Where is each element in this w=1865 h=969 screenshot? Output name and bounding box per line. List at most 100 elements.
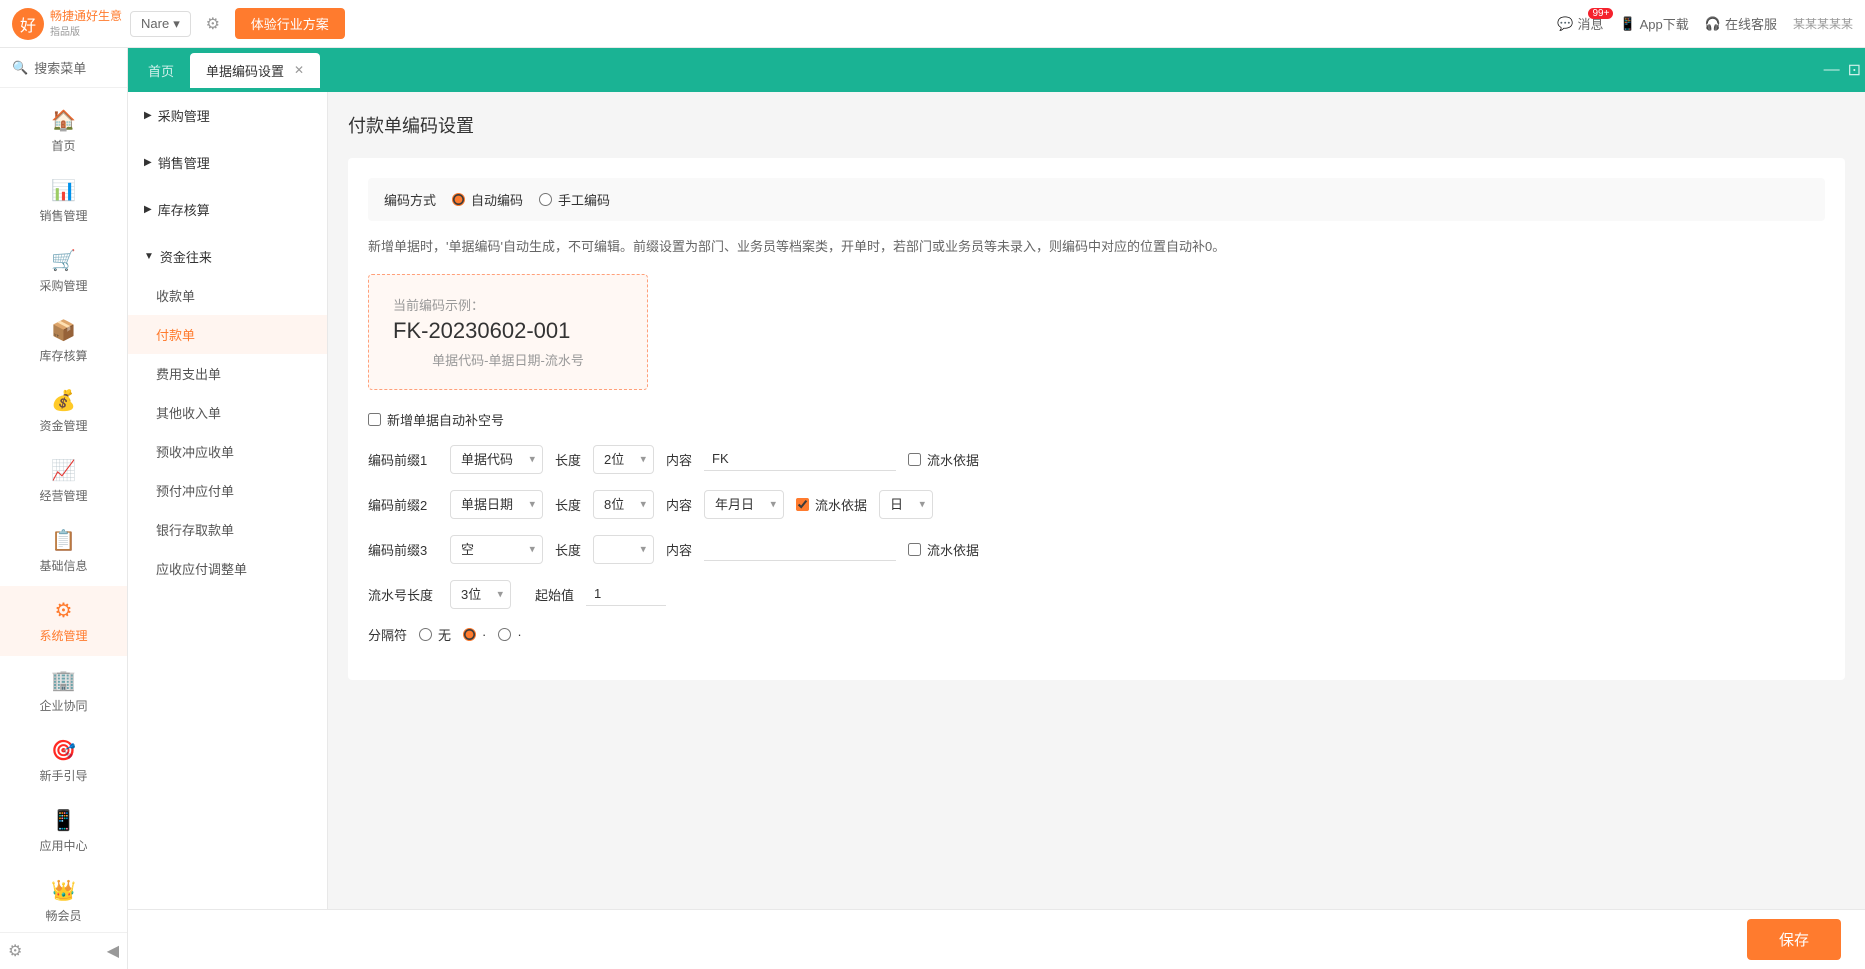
- prefix2-waterfall-checkbox[interactable]: [796, 498, 809, 511]
- sidebar-item-inventory[interactable]: 📦 库存核算: [0, 306, 127, 376]
- purchase-icon: 🛒: [51, 248, 76, 273]
- separator-dot-input[interactable]: [463, 628, 476, 641]
- prefix1-length-select[interactable]: 2位 4位 6位: [593, 445, 654, 474]
- prefix3-waterfall-checkbox[interactable]: [908, 543, 921, 556]
- sub-nav-item-payment[interactable]: 付款单: [128, 315, 327, 354]
- sidebar-collapse-btn[interactable]: ◀: [107, 941, 119, 961]
- auto-fill-checkbox[interactable]: [368, 413, 381, 426]
- sub-nav-item-advance-offset[interactable]: 预付冲应付单: [128, 471, 327, 510]
- sub-nav-item-prepay-offset[interactable]: 预收冲应收单: [128, 432, 327, 471]
- tab-encoding-label: 单据编码设置: [206, 61, 284, 80]
- sidebar-item-home-label: 首页: [51, 137, 75, 154]
- newguide-icon: 🎯: [51, 738, 76, 763]
- sub-nav-header-purchase[interactable]: ▶ 采购管理: [128, 96, 327, 135]
- sub-nav-item-expense[interactable]: 费用支出单: [128, 354, 327, 393]
- sub-nav-item-adjustment[interactable]: 应收应付调整单: [128, 549, 327, 588]
- logo: 好 畅捷通好生意 指品版: [12, 8, 122, 40]
- separator-dot2-radio[interactable]: ·: [498, 627, 521, 642]
- prefix2-length-select[interactable]: 8位 4位: [593, 490, 654, 519]
- nav-dropdown-label: Nare: [141, 16, 169, 31]
- prefix-row-1: 编码前缀1 单据代码 单据日期 空 长度 2位: [368, 445, 1825, 474]
- sidebar-item-member[interactable]: 👑 畅会员: [0, 866, 127, 932]
- sub-nav-group-sales: ▶ 销售管理: [128, 139, 327, 186]
- manual-code-label: 手工编码: [558, 190, 610, 209]
- manual-code-radio[interactable]: 手工编码: [539, 190, 610, 209]
- sub-nav-item-receipt[interactable]: 收款单: [128, 276, 327, 315]
- search-icon: 🔍: [12, 60, 28, 76]
- search-menu[interactable]: 🔍 搜索菜单: [0, 48, 127, 88]
- prefix2-date-unit-select[interactable]: 日 月 年: [879, 490, 933, 519]
- user-menu[interactable]: 某某某某某: [1793, 15, 1853, 32]
- prefix3-content-input[interactable]: [704, 537, 896, 561]
- preview-box: 当前编码示例： FK-20230602-001 单据代码-单据日期-流水号: [368, 274, 648, 390]
- sidebar-item-enterprise-label: 企业协同: [39, 697, 87, 714]
- tab-home[interactable]: 首页: [132, 53, 190, 88]
- sub-nav-item-other-income[interactable]: 其他收入单: [128, 393, 327, 432]
- sub-nav-group-finance: ▼ 资金往来 收款单 付款单 费用支出单 其他收入单: [128, 233, 327, 592]
- tab-minimize-btn[interactable]: —: [1824, 61, 1840, 79]
- prefix3-length-wrapper: 2位: [593, 535, 654, 564]
- separator-none-label: 无: [438, 625, 451, 644]
- sidebar-item-purchase[interactable]: 🛒 采购管理: [0, 236, 127, 306]
- separator-none-radio[interactable]: 无: [419, 625, 451, 644]
- online-service-btn[interactable]: 🎧 在线客服: [1705, 14, 1777, 33]
- search-label: 搜索菜单: [34, 58, 86, 77]
- sidebar-item-finance-label: 资金管理: [39, 417, 87, 434]
- sub-nav: ▶ 采购管理 ▶ 销售管理 ▶ 库存核算: [128, 92, 328, 909]
- sidebar-item-home[interactable]: 🏠 首页: [0, 96, 127, 166]
- separator-dot-radio[interactable]: ·: [463, 627, 486, 642]
- page-title: 付款单编码设置: [348, 112, 1845, 138]
- sub-nav-header-inventory[interactable]: ▶ 库存核算: [128, 190, 327, 229]
- nav-dropdown[interactable]: Nare ▾: [130, 11, 191, 37]
- sidebar-settings-btn[interactable]: ⚙: [8, 941, 22, 961]
- sub-nav-item-bank[interactable]: 银行存取款单: [128, 510, 327, 549]
- prefix2-select[interactable]: 单据代码 单据日期 空: [450, 490, 543, 519]
- prefix1-label: 编码前缀1: [368, 450, 438, 469]
- home-icon: 🏠: [51, 108, 76, 133]
- prefix1-select[interactable]: 单据代码 单据日期 空: [450, 445, 543, 474]
- prefix2-content-select[interactable]: 年月日 年月 年: [704, 490, 784, 519]
- serial-length-select[interactable]: 3位 4位 5位: [450, 580, 511, 609]
- auto-code-input[interactable]: [452, 193, 465, 206]
- separator-dot-label: ·: [482, 627, 486, 642]
- industry-btn[interactable]: 体验行业方案: [235, 8, 345, 39]
- sidebar-item-finance[interactable]: 💰 资金管理: [0, 376, 127, 446]
- manual-code-input[interactable]: [539, 193, 552, 206]
- auto-code-radio[interactable]: 自动编码: [452, 190, 523, 209]
- online-service-label: 在线客服: [1725, 14, 1777, 33]
- separator-dot2-input[interactable]: [498, 628, 511, 641]
- tab-encoding[interactable]: 单据编码设置 ✕: [190, 53, 320, 88]
- tab-maximize-btn[interactable]: ⊡: [1848, 60, 1861, 80]
- serial-length-wrapper: 3位 4位 5位: [450, 580, 511, 609]
- encoding-method: 编码方式 自动编码 手工编码: [368, 178, 1825, 221]
- sidebar-item-purchase-label: 采购管理: [39, 277, 87, 294]
- app-download-btn[interactable]: 📱 App下载: [1619, 14, 1688, 33]
- separator-none-input[interactable]: [419, 628, 432, 641]
- sub-nav-item-other-income-label: 其他收入单: [156, 406, 221, 421]
- sidebar-item-sales[interactable]: 📊 销售管理: [0, 166, 127, 236]
- prefix1-length-label: 长度: [555, 450, 581, 469]
- settings-panel: 编码方式 自动编码 手工编码 新增单据时，'单据编码'自动生成，不可编辑。前缀设…: [348, 158, 1845, 680]
- start-value-input[interactable]: [586, 582, 666, 606]
- prefix3-label: 编码前缀3: [368, 540, 438, 559]
- prefix1-waterfall-checkbox[interactable]: [908, 453, 921, 466]
- sidebar-item-system[interactable]: ⚙ 系统管理: [0, 586, 127, 656]
- settings-icon[interactable]: ⚙: [199, 10, 227, 38]
- serial-length-label: 流水号长度: [368, 585, 438, 604]
- separator-radio-group: 无 · ·: [419, 625, 522, 644]
- sidebar-item-operation[interactable]: 📈 经营管理: [0, 446, 127, 516]
- prefix1-content-input[interactable]: [704, 447, 896, 471]
- message-badge: 99+: [1588, 8, 1613, 19]
- sidebar-item-appcenter[interactable]: 📱 应用中心: [0, 796, 127, 866]
- prefix3-length-select[interactable]: 2位: [593, 535, 654, 564]
- preview-code: FK-20230602-001: [393, 318, 623, 344]
- save-btn[interactable]: 保存: [1747, 919, 1841, 960]
- sidebar-item-enterprise[interactable]: 🏢 企业协同: [0, 656, 127, 726]
- sub-nav-header-sales[interactable]: ▶ 销售管理: [128, 143, 327, 182]
- tab-close-icon[interactable]: ✕: [294, 63, 304, 77]
- prefix3-select[interactable]: 单据代码 单据日期 空: [450, 535, 543, 564]
- sidebar-item-base[interactable]: 📋 基础信息: [0, 516, 127, 586]
- sidebar-item-newguide[interactable]: 🎯 新手引导: [0, 726, 127, 796]
- sub-nav-header-finance[interactable]: ▼ 资金往来: [128, 237, 327, 276]
- message-btn[interactable]: 💬 消息 99+: [1557, 14, 1603, 33]
